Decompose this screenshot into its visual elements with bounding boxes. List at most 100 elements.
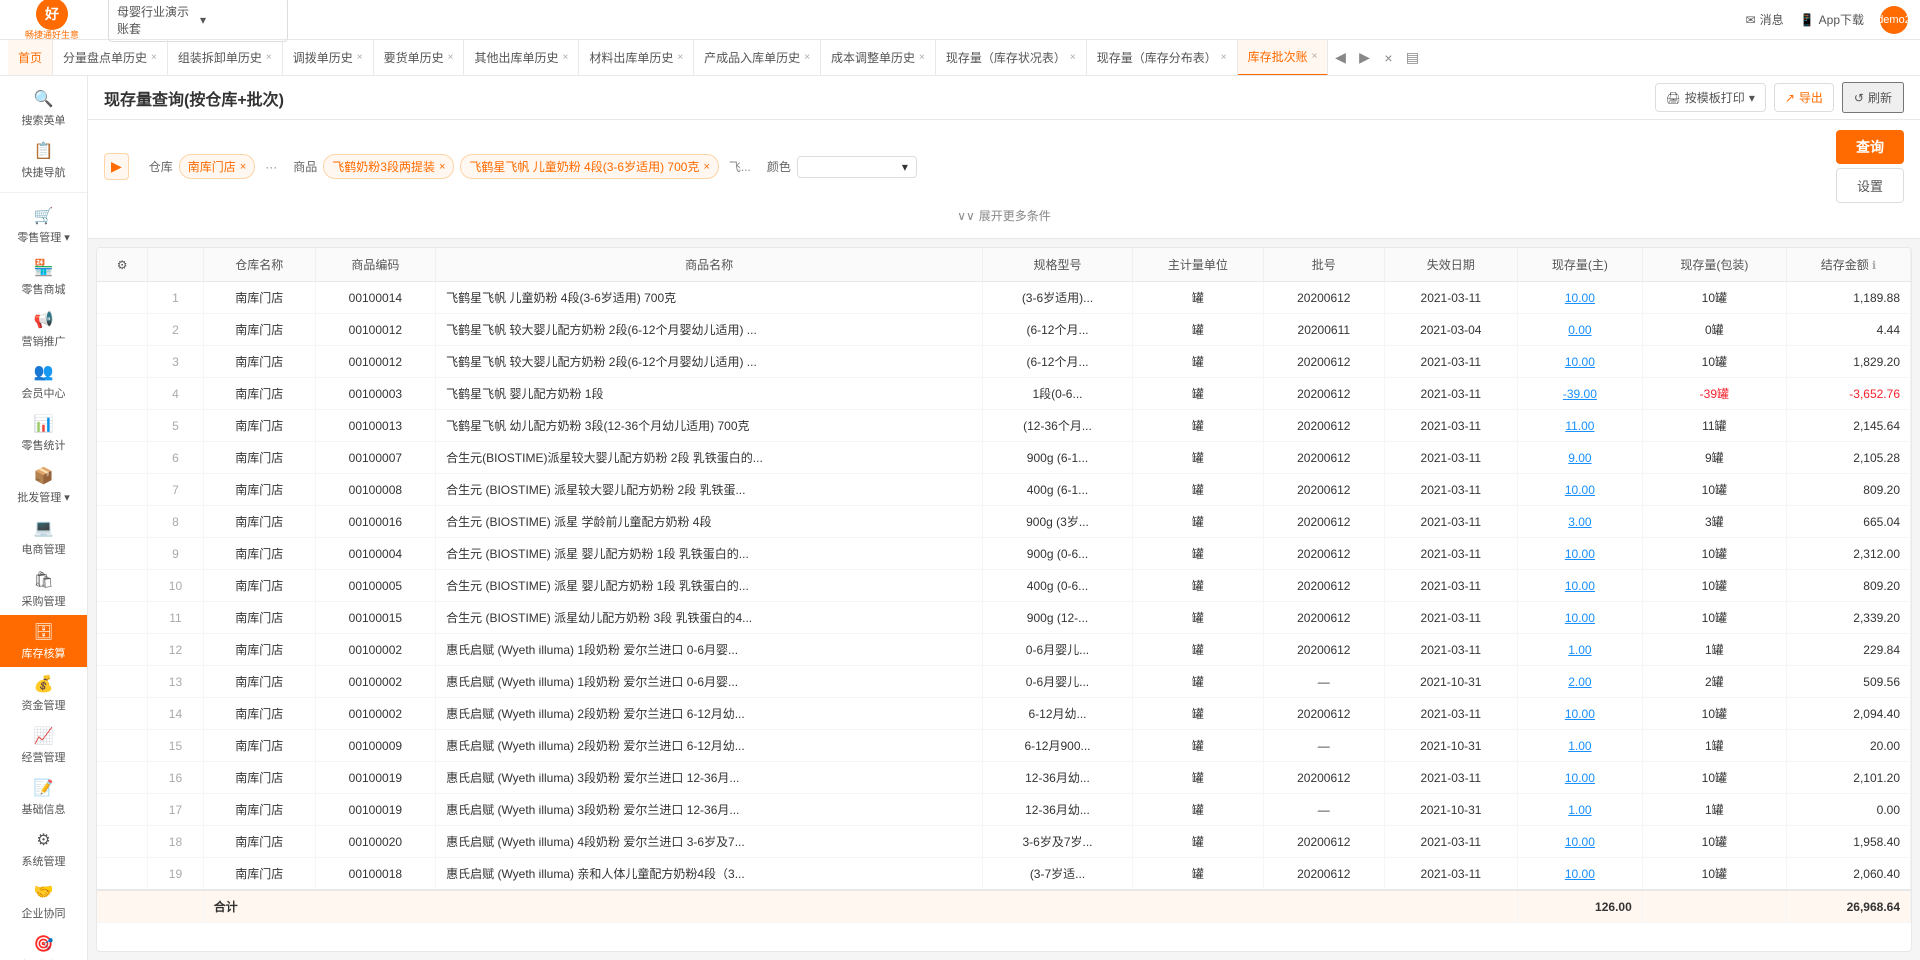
close-icon[interactable]: ×: [919, 52, 925, 63]
tab-home[interactable]: 首页: [8, 40, 53, 76]
row-balance: 2,145.64: [1786, 410, 1910, 442]
row-expire: 2021-10-31: [1384, 666, 1517, 698]
color-dropdown[interactable]: ▾: [797, 156, 917, 178]
info-icon[interactable]: ℹ: [1872, 260, 1876, 272]
tab-expand-btn[interactable]: ▤: [1400, 40, 1424, 76]
sidebar-item-search[interactable]: 🔍 搜索英单: [0, 82, 87, 134]
product-remove-icon[interactable]: ×: [703, 161, 709, 173]
col-setting[interactable]: ⚙: [97, 248, 148, 282]
product-remove-icon[interactable]: ×: [439, 161, 445, 173]
app-download-btn[interactable]: 📱 App下载: [1800, 11, 1864, 28]
row-stock-main[interactable]: 10.00: [1518, 282, 1643, 314]
sidebar-item-finance[interactable]: 💰 资金管理: [0, 667, 87, 719]
row-stock-main[interactable]: 0.00: [1518, 314, 1643, 346]
row-batch: 20200611: [1264, 314, 1385, 346]
tab-cost[interactable]: 成本调整单历史 ×: [821, 40, 936, 76]
row-idx: 12: [148, 634, 204, 666]
row-stock-main[interactable]: 2.00: [1518, 666, 1643, 698]
sidebar-item-corp[interactable]: 🤝 企业协同: [0, 875, 87, 927]
tab-label: 调拨单历史: [293, 49, 353, 66]
warehouse-more[interactable]: ···: [261, 160, 281, 174]
close-icon[interactable]: ×: [448, 52, 454, 63]
close-icon[interactable]: ×: [357, 52, 363, 63]
settings-btn[interactable]: 设置: [1836, 168, 1904, 203]
close-icon[interactable]: ×: [1070, 52, 1076, 63]
tab-next-btn[interactable]: ▶: [1352, 40, 1376, 76]
sidebar-item-system[interactable]: ⚙ 系统管理: [0, 823, 87, 875]
close-icon[interactable]: ×: [1312, 51, 1318, 62]
color-label: 颜色: [767, 158, 791, 175]
product-tag-1[interactable]: 飞鹤星飞帆 儿童奶粉 4段(3-6岁适用) 700克 ×: [460, 154, 718, 179]
sidebar-item-mall[interactable]: 🏪 零售商城: [0, 251, 87, 303]
tab-material[interactable]: 材料出库单历史 ×: [579, 40, 694, 76]
tab-yao-huo[interactable]: 要货单历史 ×: [374, 40, 465, 76]
warehouse-remove-icon[interactable]: ×: [240, 161, 246, 173]
row-stock-main[interactable]: 1.00: [1518, 794, 1643, 826]
sidebar-item-basic[interactable]: 📝 基础信息: [0, 771, 87, 823]
close-icon[interactable]: ×: [677, 52, 683, 63]
row-stock-main[interactable]: 10.00: [1518, 538, 1643, 570]
row-stock-main[interactable]: 9.00: [1518, 442, 1643, 474]
close-icon[interactable]: ×: [804, 52, 810, 63]
sidebar-item-guide[interactable]: 🎯 新手引导: [0, 927, 87, 960]
row-stock-main[interactable]: 10.00: [1518, 570, 1643, 602]
sidebar-item-retail[interactable]: 🛒 零售管理 ▾: [0, 199, 87, 251]
tab-batch[interactable]: 库存批次账 ×: [1238, 40, 1329, 76]
row-stock-main[interactable]: 10.00: [1518, 602, 1643, 634]
tab-close-btn[interactable]: ×: [1376, 40, 1400, 76]
row-stock-main[interactable]: 1.00: [1518, 730, 1643, 762]
row-spec: 900g (0-6...: [983, 538, 1133, 570]
sidebar-item-stat[interactable]: 📊 零售统计: [0, 407, 87, 459]
sidebar-item-inventory[interactable]: 🗄 库存核算: [0, 615, 87, 667]
tab-other-out[interactable]: 其他出库单历史 ×: [464, 40, 579, 76]
row-stock-main[interactable]: 11.00: [1518, 410, 1643, 442]
tab-zu-chai[interactable]: 组装拆卸单历史 ×: [168, 40, 283, 76]
product-tag-0[interactable]: 飞鹤奶粉3段两提装 ×: [323, 154, 454, 179]
sidebar-item-ops[interactable]: 📈 经营管理: [0, 719, 87, 771]
sidebar-item-wholesale[interactable]: 📦 批发管理 ▾: [0, 459, 87, 511]
row-balance: 229.84: [1786, 634, 1910, 666]
sidebar-item-member[interactable]: 👥 会员中心: [0, 355, 87, 407]
row-stock-main[interactable]: 10.00: [1518, 474, 1643, 506]
query-btn[interactable]: 查询: [1836, 130, 1904, 164]
close-icon[interactable]: ×: [562, 52, 568, 63]
sidebar-item-purchase[interactable]: 🛍 采购管理: [0, 563, 87, 615]
tab-stock-status[interactable]: 现存量（库存状况表） ×: [936, 40, 1087, 76]
close-icon[interactable]: ×: [266, 52, 272, 63]
row-spec: 1段(0-6...: [983, 378, 1133, 410]
sidebar-item-marketing[interactable]: 📢 营销推广: [0, 303, 87, 355]
row-stock-main[interactable]: 3.00: [1518, 506, 1643, 538]
tab-product-in[interactable]: 产成品入库单历史 ×: [694, 40, 821, 76]
table-row: 2 南库门店 00100012 飞鹤星飞帆 较大婴儿配方奶粉 2段(6-12个月…: [97, 314, 1911, 346]
tab-prev-btn[interactable]: ◀: [1328, 40, 1352, 76]
row-stock-main[interactable]: 10.00: [1518, 698, 1643, 730]
row-balance: 809.20: [1786, 570, 1910, 602]
row-unit: 罐: [1132, 858, 1263, 891]
row-stock-main[interactable]: 10.00: [1518, 346, 1643, 378]
tab-fen-pan[interactable]: 分量盘点单历史 ×: [53, 40, 168, 76]
template-print-btn[interactable]: 🖨 按模板打印 ▾: [1655, 83, 1766, 112]
message-btn[interactable]: ✉ 消息: [1746, 11, 1784, 28]
expand-arrow-btn[interactable]: ▶: [104, 153, 129, 180]
user-avatar-area[interactable]: demo2: [1880, 6, 1908, 34]
expand-more-row[interactable]: ∨∨ 展开更多条件: [104, 203, 1904, 228]
close-icon[interactable]: ×: [1221, 52, 1227, 63]
tab-stock-dist[interactable]: 现存量（库存分布表） ×: [1087, 40, 1238, 76]
export-btn[interactable]: ↗ 导出: [1774, 83, 1834, 112]
tab-tiao-bo[interactable]: 调拨单历史 ×: [283, 40, 374, 76]
sidebar-item-label: 零售统计: [22, 437, 66, 453]
row-stock-main[interactable]: 1.00: [1518, 634, 1643, 666]
sidebar-item-shortcut[interactable]: 📋 快捷导航: [0, 134, 87, 186]
sidebar-item-ecom[interactable]: 💻 电商管理: [0, 511, 87, 563]
row-stock-main[interactable]: 10.00: [1518, 858, 1643, 891]
row-expire: 2021-03-11: [1384, 762, 1517, 794]
warehouse-tag[interactable]: 南库门店 ×: [179, 154, 255, 179]
row-stock-main[interactable]: 10.00: [1518, 826, 1643, 858]
refresh-btn[interactable]: ↺ 刷新: [1842, 82, 1904, 113]
row-setting: [97, 762, 148, 794]
row-stock-main[interactable]: -39.00: [1518, 378, 1643, 410]
product-more[interactable]: 飞...: [725, 158, 755, 175]
company-selector[interactable]: 母婴行业演示账套 ▾: [108, 0, 288, 42]
row-stock-main[interactable]: 10.00: [1518, 762, 1643, 794]
close-icon[interactable]: ×: [151, 52, 157, 63]
